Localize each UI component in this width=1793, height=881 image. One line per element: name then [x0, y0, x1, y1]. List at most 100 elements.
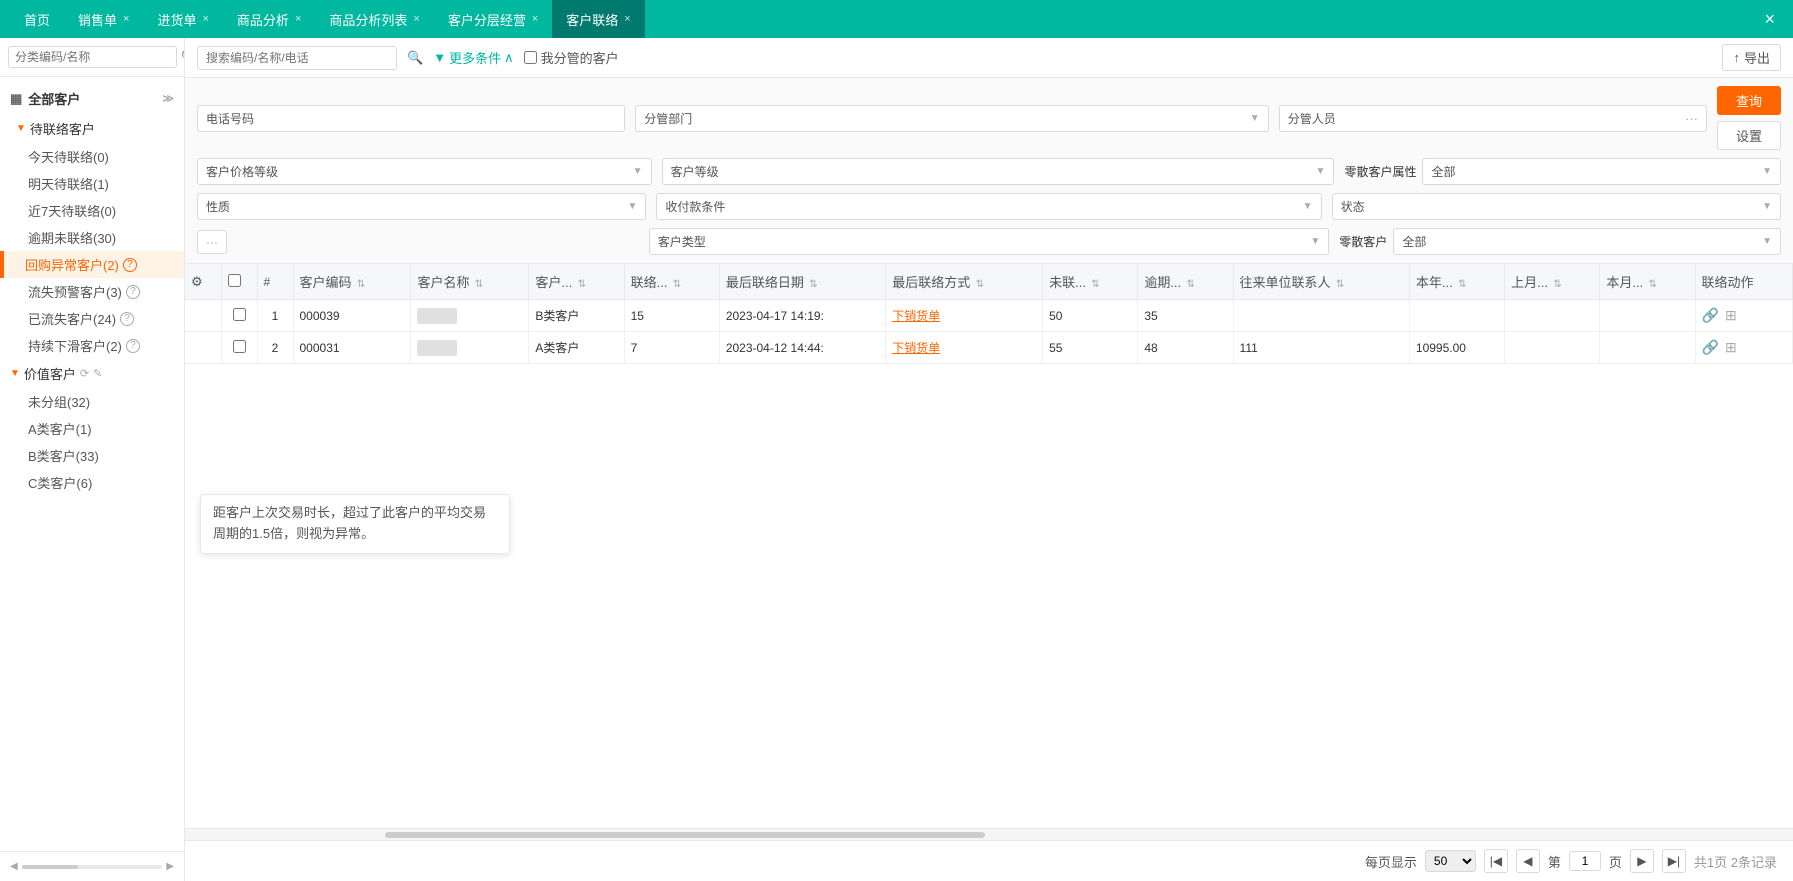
window-close-button[interactable]: × — [1756, 9, 1783, 30]
filter-more-dots[interactable]: ··· — [197, 230, 227, 254]
export-button[interactable]: ↑ 导出 — [1722, 44, 1781, 71]
settings-icon[interactable]: ⚙ — [191, 274, 203, 289]
sidebar-search-input[interactable] — [8, 46, 177, 68]
last-date-sort-icon[interactable]: ⇅ — [809, 279, 817, 290]
this-year-sort-icon[interactable]: ⇅ — [1458, 279, 1466, 290]
select-all-checkbox[interactable] — [228, 274, 241, 287]
my-customers-checkbox[interactable] — [524, 51, 537, 64]
col-header-settings[interactable]: ⚙ — [185, 264, 221, 300]
col-header-level[interactable]: 客户... ⇅ — [529, 264, 624, 300]
sidebar-all-customers[interactable]: ▦ 全部客户 ≫ — [0, 83, 184, 114]
nav-customer-contact[interactable]: 客户联络 × — [552, 0, 644, 38]
sidebar-item-abnormal-repurchase[interactable]: 回购异常客户(2) ? — [0, 251, 184, 278]
sidebar-item-today[interactable]: 今天待联络(0) — [0, 143, 184, 170]
churn-warning-help-icon[interactable]: ? — [126, 285, 140, 299]
col-header-code[interactable]: 客户编码 ⇅ — [293, 264, 411, 300]
filter-scatter-select[interactable]: 全部 ▼ — [1393, 228, 1781, 255]
filter-search-button[interactable]: 🔍 — [407, 50, 423, 66]
nav-sales-close[interactable]: × — [123, 13, 129, 25]
filter-status[interactable]: 状态 ▼ — [1332, 193, 1781, 220]
collapse-icon[interactable]: ≫ — [162, 92, 174, 105]
last-page-button[interactable]: ▶| — [1662, 849, 1686, 873]
row-last-method-1[interactable]: 下销货单 — [886, 332, 1043, 364]
manager-dots[interactable]: ··· — [1685, 111, 1698, 126]
nav-sales[interactable]: 销售单 × — [64, 0, 143, 38]
page-size-select[interactable]: 50 100 200 — [1425, 850, 1476, 872]
filter-price-level[interactable]: 客户价格等级 ▼ — [197, 158, 652, 185]
row-check-0[interactable] — [221, 300, 257, 332]
filter-nature[interactable]: 性质 ▼ — [197, 193, 646, 220]
col-header-contact-person[interactable]: 往来单位联系人 ⇅ — [1233, 264, 1409, 300]
sidebar-item-churned[interactable]: 已流失客户(24) ? — [0, 305, 184, 332]
refresh-icon[interactable]: ⟳ — [80, 367, 89, 380]
sidebar-item-declining[interactable]: 持续下滑客户(2) ? — [0, 332, 184, 359]
nav-product-list[interactable]: 商品分析列表 × — [315, 0, 433, 38]
col-header-overdue[interactable]: 逾期... ⇅ — [1138, 264, 1233, 300]
set-button[interactable]: 设置 — [1717, 121, 1781, 150]
this-month-sort-icon[interactable]: ⇅ — [1649, 279, 1657, 290]
col-header-this-month[interactable]: 本月... ⇅ — [1600, 264, 1695, 300]
filter-phone[interactable]: 电话号码 — [197, 105, 625, 132]
col-header-contact-count[interactable]: 联络... ⇅ — [624, 264, 719, 300]
row-last-method-0[interactable]: 下销货单 — [886, 300, 1043, 332]
query-button[interactable]: 查询 — [1717, 86, 1781, 115]
nav-purchase[interactable]: 进货单 × — [143, 0, 222, 38]
nav-home[interactable]: 首页 — [10, 0, 64, 38]
col-header-this-year[interactable]: 本年... ⇅ — [1409, 264, 1504, 300]
my-customers-filter[interactable]: 我分管的客户 — [524, 48, 619, 67]
sidebar-item-overdue[interactable]: 逾期未联络(30) — [0, 224, 184, 251]
first-page-button[interactable]: |◀ — [1484, 849, 1508, 873]
sidebar-item-churn-warning[interactable]: 流失预警客户(3) ? — [0, 278, 184, 305]
name-sort-icon[interactable]: ⇅ — [475, 279, 483, 290]
sidebar-item-b-class[interactable]: B类客户(33) — [0, 442, 184, 469]
more-conditions-button[interactable]: ▼ 更多条件 ∧ — [433, 48, 513, 67]
filter-customer-level[interactable]: 客户等级 ▼ — [662, 158, 1335, 185]
row-more-icon-0[interactable]: ⊞ — [1725, 307, 1737, 324]
nav-product-analysis[interactable]: 商品分析 × — [223, 0, 315, 38]
sidebar-scroll-right[interactable]: ▶ — [166, 861, 174, 872]
sidebar-item-tomorrow[interactable]: 明天待联络(1) — [0, 170, 184, 197]
nav-product-analysis-close[interactable]: × — [295, 13, 301, 25]
sidebar-item-7days[interactable]: 近7天待联络(0) — [0, 197, 184, 224]
filter-department[interactable]: 分管部门 ▼ — [635, 105, 1268, 132]
sidebar-group-pending-header[interactable]: ▼ 待联络客户 — [0, 114, 184, 143]
next-page-button[interactable]: ▶ — [1630, 849, 1654, 873]
col-header-last-date[interactable]: 最后联络日期 ⇅ — [719, 264, 885, 300]
row-more-icon-1[interactable]: ⊞ — [1725, 339, 1737, 356]
page-number-input[interactable] — [1569, 851, 1601, 871]
col-header-no-contact[interactable]: 未联... ⇅ — [1043, 264, 1138, 300]
col-header-last-month[interactable]: 上月... ⇅ — [1505, 264, 1600, 300]
last-month-sort-icon[interactable]: ⇅ — [1553, 279, 1561, 290]
prev-page-button[interactable]: ◀ — [1516, 849, 1540, 873]
filter-scatter-attr-select[interactable]: 全部 ▼ — [1422, 158, 1781, 185]
filter-customer-type[interactable]: 客户类型 ▼ — [649, 228, 1330, 255]
overdue-sort-icon[interactable]: ⇅ — [1187, 279, 1195, 290]
row-link-icon-1[interactable]: 🔗 — [1702, 339, 1719, 356]
sidebar-item-ungrouped[interactable]: 未分组(32) — [0, 388, 184, 415]
last-method-sort-icon[interactable]: ⇅ — [976, 279, 984, 290]
filter-manager[interactable]: 分管人员 ··· — [1279, 105, 1707, 132]
contact-count-sort-icon[interactable]: ⇅ — [673, 279, 681, 290]
nav-customer-tier-close[interactable]: × — [532, 13, 538, 25]
filter-search-input[interactable] — [197, 46, 397, 70]
sidebar-item-a-class[interactable]: A类客户(1) — [0, 415, 184, 442]
col-header-last-method[interactable]: 最后联络方式 ⇅ — [886, 264, 1043, 300]
filter-payment[interactable]: 收付款条件 ▼ — [656, 193, 1321, 220]
row-link-icon-0[interactable]: 🔗 — [1702, 307, 1719, 324]
sidebar-group-value-header[interactable]: ▼ 价值客户 ⟳ ✎ — [0, 359, 184, 388]
code-sort-icon[interactable]: ⇅ — [357, 279, 365, 290]
nav-purchase-close[interactable]: × — [202, 13, 208, 25]
contact-person-sort-icon[interactable]: ⇅ — [1336, 279, 1344, 290]
level-sort-icon[interactable]: ⇅ — [578, 279, 586, 290]
edit-group-icon[interactable]: ✎ — [93, 367, 102, 380]
row-check-1[interactable] — [221, 332, 257, 364]
col-header-check[interactable] — [221, 264, 257, 300]
sidebar-item-c-class[interactable]: C类客户(6) — [0, 469, 184, 496]
col-header-name[interactable]: 客户名称 ⇅ — [411, 264, 529, 300]
no-contact-sort-icon[interactable]: ⇅ — [1091, 279, 1099, 290]
nav-customer-tier[interactable]: 客户分层经营 × — [434, 0, 552, 38]
horizontal-scrollbar[interactable] — [185, 828, 1793, 840]
nav-product-list-close[interactable]: × — [413, 13, 419, 25]
churned-help-icon[interactable]: ? — [120, 312, 134, 326]
abnormal-help-icon[interactable]: ? — [123, 258, 137, 272]
